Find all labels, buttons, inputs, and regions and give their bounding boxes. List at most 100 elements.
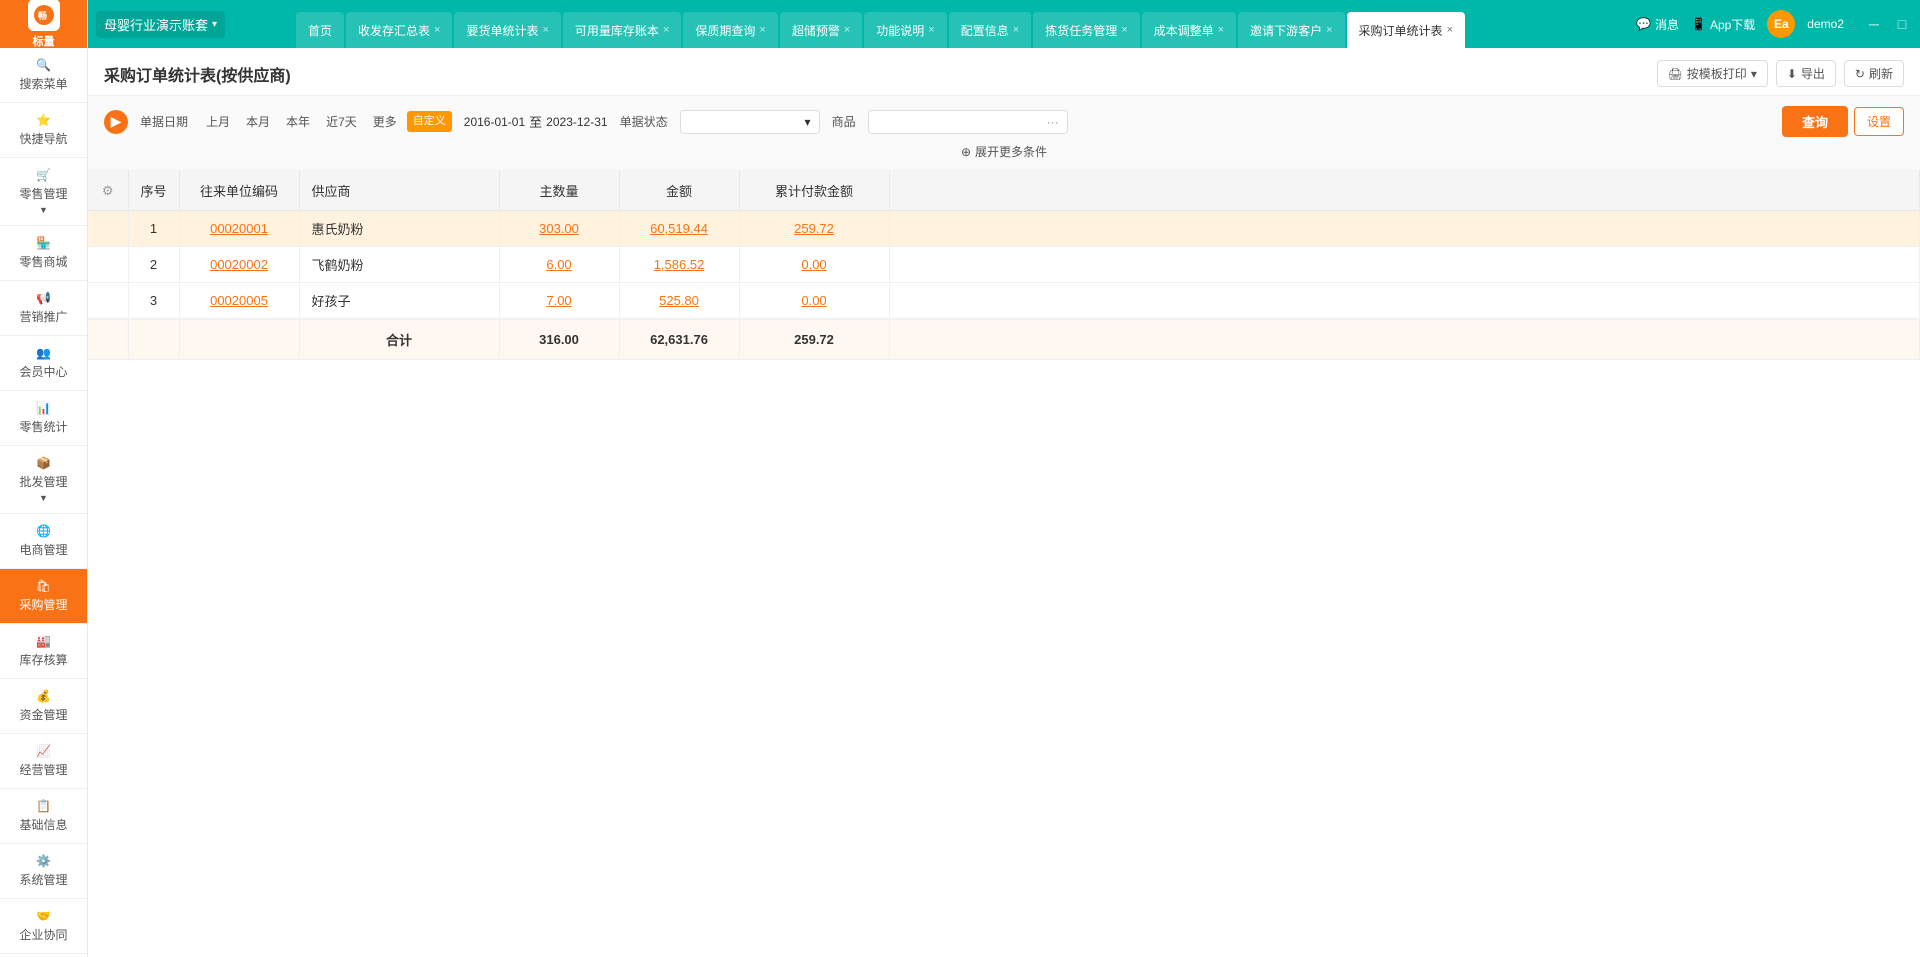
row3-code[interactable]: 00020005 (179, 283, 299, 320)
tab-receive-summary[interactable]: 收发存汇总表 × (346, 12, 452, 48)
tab-available-stock[interactable]: 可用量库存账本 × (563, 12, 681, 48)
row2-amount[interactable]: 1,586.52 (619, 247, 739, 283)
sidebar-item-retail-stats[interactable]: 📊 零售统计 (0, 391, 87, 446)
export-button[interactable]: ⬇ 导出 (1776, 60, 1836, 87)
tab-cost-adjust[interactable]: 成本调整单 × (1142, 12, 1236, 48)
sidebar-item-quicknav[interactable]: ⭐ 快捷导航 (0, 103, 87, 158)
row1-code[interactable]: 00020001 (179, 211, 299, 247)
status-select[interactable]: ▾ (680, 110, 820, 134)
sidebar-item-retail-mall[interactable]: 🏪 零售商城 (0, 226, 87, 281)
minimize-btn[interactable]: ─ (1864, 14, 1884, 34)
date-btn-this-month[interactable]: 本月 (240, 111, 276, 132)
date-from[interactable]: 2016-01-01 (464, 115, 525, 129)
tab-close-icon[interactable]: × (663, 24, 669, 36)
query-button[interactable]: 查询 (1782, 106, 1848, 137)
sidebar-item-retail[interactable]: 🛒 零售管理 ▼ (0, 158, 87, 226)
tab-function-desc[interactable]: 功能说明 × (864, 12, 946, 48)
tab-goods-stats[interactable]: 要货单统计表 × (454, 12, 560, 48)
sidebar-item-wholesale[interactable]: 📦 批发管理 ▼ (0, 446, 87, 514)
sidebar-label-member: 会员中心 (19, 363, 67, 380)
sidebar-item-search[interactable]: 🔍 搜索菜单 (0, 48, 87, 103)
tab-close-icon[interactable]: × (1447, 24, 1453, 36)
tab-expiry-query[interactable]: 保质期查询 × (683, 12, 777, 48)
filter-bar: ▶ 单据日期 上月 本月 本年 近7天 更多 自定义 2016-01-01 至 … (88, 96, 1920, 171)
sidebar-item-basic[interactable]: 📋 基础信息 (0, 789, 87, 844)
footer-settings (88, 319, 128, 360)
app-download-btn[interactable]: 📱 App下载 (1691, 16, 1755, 33)
date-btn-this-year[interactable]: 本年 (280, 111, 316, 132)
row3-amount[interactable]: 525.80 (619, 283, 739, 320)
sidebar-item-system[interactable]: ⚙️ 系统管理 (0, 844, 87, 899)
tab-receive-summary-label: 收发存汇总表 (358, 22, 430, 39)
date-to[interactable]: 2023-12-31 (546, 115, 607, 129)
tab-close-icon[interactable]: × (1121, 24, 1127, 36)
filter-toggle-btn[interactable]: ▶ (104, 110, 128, 134)
sidebar-item-stock[interactable]: 🏭 库存核算 (0, 624, 87, 679)
sidebar-item-member[interactable]: 👥 会员中心 (0, 336, 87, 391)
tab-cost-adjust-label: 成本调整单 (1154, 22, 1214, 39)
sidebar-item-ecommerce[interactable]: 🌐 电商管理 (0, 514, 87, 569)
settings-button[interactable]: 设置 (1854, 107, 1904, 136)
workspace-selector[interactable]: 母婴行业演示账套 ▾ (96, 11, 225, 38)
tab-overstock-warning[interactable]: 超储预警 × (780, 12, 862, 48)
row2-qty[interactable]: 6.00 (499, 247, 619, 283)
tab-close-icon[interactable]: × (1326, 24, 1332, 36)
tab-close-icon[interactable]: × (759, 24, 765, 36)
row2-code[interactable]: 00020002 (179, 247, 299, 283)
col-settings[interactable]: ⚙ (88, 171, 128, 211)
row1-paid[interactable]: 259.72 (739, 211, 889, 247)
tab-home[interactable]: 首页 (296, 12, 344, 48)
sidebar-item-enterprise[interactable]: 🤝 企业协同 (0, 899, 87, 954)
username: demo2 (1807, 17, 1844, 31)
tab-pick-task[interactable]: 拣货任务管理 × (1033, 12, 1139, 48)
wholesale-arrow: ▼ (39, 493, 48, 503)
message-btn[interactable]: 💬 消息 (1636, 16, 1679, 33)
sidebar-item-purchase[interactable]: 🛍 采购管理 (0, 569, 87, 624)
tab-close-icon[interactable]: × (928, 24, 934, 36)
tab-close-icon[interactable]: × (434, 24, 440, 36)
row2-paid[interactable]: 0.00 (739, 247, 889, 283)
system-icon: ⚙️ (36, 854, 51, 868)
export-label: 导出 (1801, 65, 1825, 82)
date-btn-last-month[interactable]: 上月 (200, 111, 236, 132)
tab-purchase-stats-label: 采购订单统计表 (1359, 22, 1443, 39)
workspace-chevron-icon: ▾ (212, 19, 217, 30)
maximize-btn[interactable]: □ (1892, 14, 1912, 34)
row1-settings (88, 211, 128, 247)
row2-supplier: 飞鹤奶粉 (299, 247, 499, 283)
col-qty-header: 主数量 (499, 171, 619, 211)
row3-paid[interactable]: 0.00 (739, 283, 889, 320)
table-row: 3 00020005 好孩子 7.00 525.80 0.00 (88, 283, 1920, 320)
status-chevron-icon: ▾ (805, 115, 811, 129)
row1-qty[interactable]: 303.00 (499, 211, 619, 247)
sidebar-item-operation[interactable]: 📈 经营管理 (0, 734, 87, 789)
sidebar-item-marketing[interactable]: 📢 营销推广 (0, 281, 87, 336)
sidebar-item-finance[interactable]: 💰 资金管理 (0, 679, 87, 734)
refresh-button[interactable]: ↻ 刷新 (1844, 60, 1904, 87)
goods-input[interactable]: ··· (868, 110, 1068, 134)
tab-close-icon[interactable]: × (1013, 24, 1019, 36)
footer-amount: 62,631.76 (619, 319, 739, 360)
row3-qty[interactable]: 7.00 (499, 283, 619, 320)
row1-amount[interactable]: 60,519.44 (619, 211, 739, 247)
tab-close-icon[interactable]: × (1218, 24, 1224, 36)
tab-close-icon[interactable]: × (844, 24, 850, 36)
date-btn-more[interactable]: 更多 (367, 111, 403, 132)
user-avatar[interactable]: Ea (1767, 10, 1795, 38)
footer-empty (889, 319, 1919, 360)
sidebar: 畅 标量 🔍 搜索菜单 ⭐ 快捷导航 🛒 零售管理 ▼ 🏪 零售商城 📢 营销推… (0, 0, 88, 957)
tab-close-icon[interactable]: × (542, 24, 548, 36)
goods-more-icon[interactable]: ··· (1047, 115, 1059, 129)
sidebar-label-finance: 资金管理 (19, 706, 67, 723)
sidebar-label-system: 系统管理 (19, 871, 67, 888)
row3-settings (88, 283, 128, 320)
col-empty-header (889, 171, 1919, 211)
tab-invite-downstream[interactable]: 邀请下游客户 × (1238, 12, 1344, 48)
date-btn-7days[interactable]: 近7天 (320, 111, 363, 132)
expand-icon: ⊕ (961, 145, 971, 159)
tab-purchase-stats[interactable]: 采购订单统计表 × (1347, 12, 1465, 48)
print-button[interactable]: 🖨 按模板打印 ▾ (1657, 60, 1768, 87)
tab-config-info[interactable]: 配置信息 × (949, 12, 1031, 48)
stats-icon: 📊 (36, 401, 51, 415)
expand-more-btn[interactable]: ⊕ 展开更多条件 (961, 143, 1047, 160)
